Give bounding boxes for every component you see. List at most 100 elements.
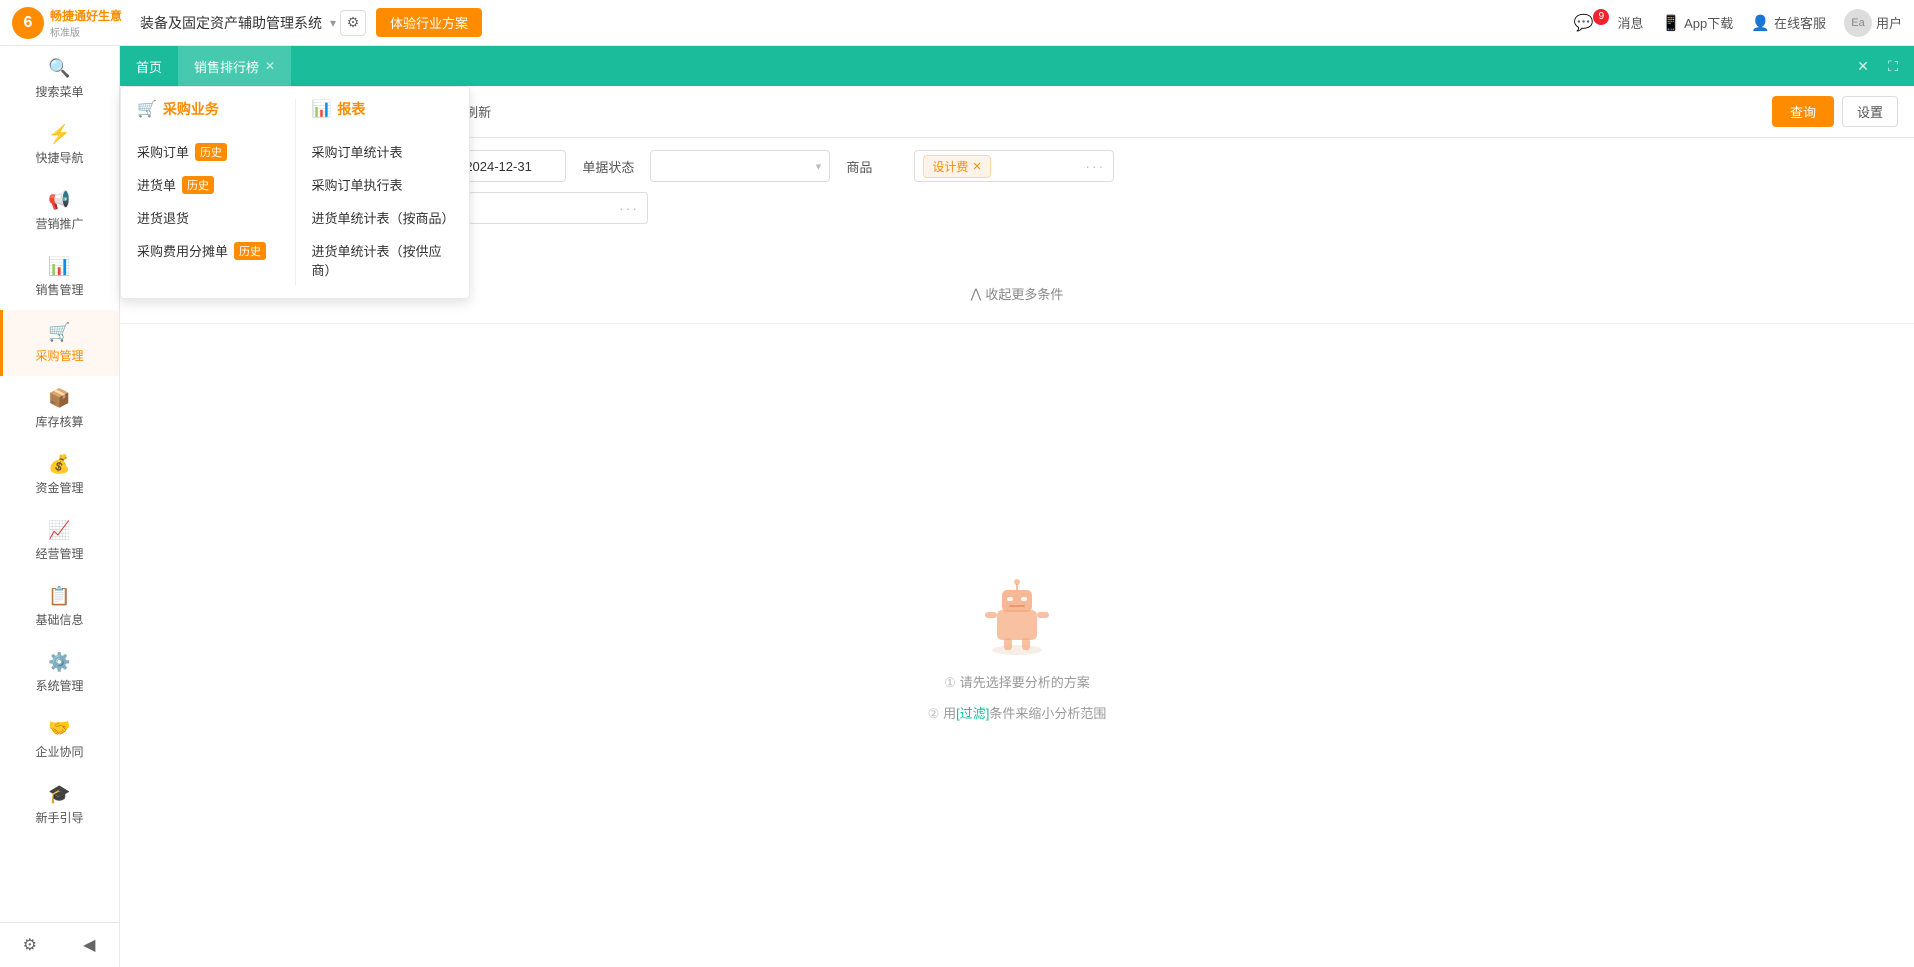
query-button[interactable]: 查询 — [1772, 96, 1834, 127]
sidebar-item-label: 快捷导航 — [35, 149, 83, 166]
system-icon: ⚙️ — [48, 652, 70, 673]
tab-window-close[interactable]: ✕ — [1850, 53, 1876, 79]
salesman-more-icon[interactable]: ··· — [619, 200, 639, 216]
settings-button[interactable]: 设置 — [1842, 96, 1898, 127]
sidebar-item-label: 经营管理 — [35, 545, 83, 562]
message-badge: 9 — [1593, 9, 1609, 25]
dropdown-item-order-exec[interactable]: 采购订单执行表 — [312, 168, 454, 201]
sidebar-item-inventory[interactable]: 📦 库存核算 — [0, 376, 119, 442]
sidebar-item-operations[interactable]: 📈 经营管理 — [0, 508, 119, 574]
sidebar: 🔍 搜索菜单 ⚡ 快捷导航 📢 营销推广 📊 销售管理 🛒 采购管理 📦 库存核… — [0, 46, 120, 967]
message-icon: 💬 — [1574, 13, 1594, 33]
dropdown-col-purchase-title: 🛒 采购业务 — [137, 99, 279, 125]
inventory-icon: 📦 — [48, 388, 70, 409]
empty-hint-1: ① 请先选择要分析的方案 — [944, 672, 1090, 691]
industry-button[interactable]: 体验行业方案 — [376, 8, 482, 37]
salesman-input[interactable]: ··· — [468, 192, 648, 224]
avatar: Ea — [1844, 9, 1872, 37]
history-badge-1: 历史 — [182, 176, 214, 194]
empty-illustration — [967, 570, 1067, 660]
purchase-icon: 🛒 — [48, 322, 70, 343]
sidebar-item-search[interactable]: 🔍 搜索菜单 — [0, 46, 119, 112]
sidebar-item-guide[interactable]: 🎓 新手引导 — [0, 772, 119, 838]
top-header: 6 畅捷通好生意 标准版 装备及固定资产辅助管理系统 ▾ ⚙ 体验行业方案 💬 … — [0, 0, 1914, 46]
basics-icon: 📋 — [48, 586, 70, 607]
collapse-up-icon: ⋀ — [971, 286, 982, 302]
sidebar-item-label: 企业协同 — [35, 743, 83, 760]
tab-home[interactable]: 首页 — [120, 46, 178, 86]
tab-close-button[interactable]: ✕ — [265, 59, 275, 73]
system-title-chevron[interactable]: ▾ — [330, 16, 336, 30]
app-download-button[interactable]: 📱 App下载 — [1661, 13, 1733, 32]
goods-tag: 设计费 ✕ — [923, 155, 990, 178]
sidebar-item-label: 基础信息 — [35, 611, 83, 628]
sidebar-item-system[interactable]: ⚙️ 系统管理 — [0, 640, 119, 706]
finance-icon: 💰 — [48, 454, 70, 475]
settings-gear-button[interactable]: ⚙ — [340, 10, 366, 36]
sidebar-item-label: 采购管理 — [35, 347, 83, 364]
goods-more-icon[interactable]: ··· — [1085, 158, 1105, 174]
goods-label: 商品 — [846, 157, 906, 176]
guide-icon: 🎓 — [48, 784, 70, 805]
status-chevron-icon: ▾ — [816, 160, 822, 173]
sidebar-item-label: 销售管理 — [35, 281, 83, 298]
goods-filter: 商品 设计费 ✕ ··· — [846, 150, 1114, 182]
sidebar-collapse-button[interactable]: ◀ — [60, 923, 120, 967]
dropdown-col-reports-title: 📊 报表 — [312, 99, 454, 125]
sidebar-settings-button[interactable]: ⚙ — [0, 923, 60, 967]
date-end-input[interactable]: 2024-12-31 — [456, 150, 566, 182]
dropdown-item-purchase-expense[interactable]: 采购费用分摊单 历史 — [137, 234, 279, 267]
dropdown-menu: 🛒 采购业务 采购订单 历史 进货单 历史 进货退货 采购费用分摊单 历史 📊 — [120, 86, 470, 299]
collab-icon: 🤝 — [48, 718, 70, 739]
sidebar-item-label: 资金管理 — [35, 479, 83, 496]
sidebar-item-marketing[interactable]: 📢 营销推广 — [0, 178, 119, 244]
dropdown-item-purchase-order[interactable]: 采购订单 历史 — [137, 135, 279, 168]
status-label: 单据状态 — [582, 157, 642, 176]
dropdown-col-purchase: 🛒 采购业务 采购订单 历史 进货单 历史 进货退货 采购费用分摊单 历史 — [121, 99, 295, 286]
dropdown-item-stock-stats-goods[interactable]: 进货单统计表（按商品） — [312, 201, 454, 234]
marketing-icon: 📢 — [48, 190, 70, 211]
dropdown-item-stock-return[interactable]: 进货退货 — [137, 201, 279, 234]
sidebar-item-basics[interactable]: 📋 基础信息 — [0, 574, 119, 640]
sidebar-item-label: 新手引导 — [35, 809, 83, 826]
toolbar-right: 查询 设置 — [1772, 96, 1898, 127]
sidebar-bottom: ⚙ ◀ — [0, 922, 119, 967]
user-profile-button[interactable]: Ea 用户 — [1844, 9, 1902, 37]
sidebar-item-purchase[interactable]: 🛒 采购管理 — [0, 310, 119, 376]
dropdown-col-reports: 📊 报表 采购订单统计表 采购订单执行表 进货单统计表（按商品） 进货单统计表（… — [295, 99, 470, 286]
system-title-text: 装备及固定资产辅助管理系统 — [140, 13, 322, 33]
status-selector[interactable]: ▾ — [650, 150, 830, 182]
history-badge-0: 历史 — [195, 143, 227, 161]
sidebar-item-label: 营销推广 — [35, 215, 83, 232]
logo-area: 6 畅捷通好生意 标准版 — [12, 7, 132, 39]
history-badge-3: 历史 — [234, 242, 266, 260]
dropdown-item-stock-in[interactable]: 进货单 历史 — [137, 168, 279, 201]
service-icon: 👤 — [1751, 14, 1770, 32]
tab-sales-ranking[interactable]: 销售排行榜 ✕ — [178, 46, 291, 86]
sales-icon: 📊 — [48, 256, 70, 277]
header-right: 💬 9 消息 📱 App下载 👤 在线客服 Ea 用户 — [1574, 9, 1902, 37]
logo-icon: 6 — [12, 7, 44, 39]
sidebar-item-finance[interactable]: 💰 资金管理 — [0, 442, 119, 508]
sidebar-item-label: 库存核算 — [35, 413, 83, 430]
tab-window-maximize[interactable]: ⛶ — [1880, 53, 1906, 79]
goods-tag-close[interactable]: ✕ — [972, 160, 981, 173]
empty-state: ① 请先选择要分析的方案 ② 用[过滤]条件来缩小分析范围 — [120, 324, 1914, 967]
sidebar-item-quicknav[interactable]: ⚡ 快捷导航 — [0, 112, 119, 178]
sidebar-item-collab[interactable]: 🤝 企业协同 — [0, 706, 119, 772]
goods-input[interactable]: 设计费 ✕ ··· — [914, 150, 1114, 182]
mobile-icon: 📱 — [1661, 14, 1680, 32]
sidebar-item-sales[interactable]: 📊 销售管理 — [0, 244, 119, 310]
sidebar-item-label: 搜索菜单 — [35, 83, 83, 100]
search-icon: 🔍 — [48, 58, 70, 79]
tabs-right-controls: ✕ ⛶ — [1850, 53, 1914, 79]
empty-hint-2: ② 用[过滤]条件来缩小分析范围 — [928, 703, 1107, 722]
dropdown-item-order-stats[interactable]: 采购订单统计表 — [312, 135, 454, 168]
messages-button[interactable]: 💬 9 消息 — [1574, 13, 1644, 33]
online-service-button[interactable]: 👤 在线客服 — [1751, 13, 1826, 32]
dropdown-columns: 🛒 采购业务 采购订单 历史 进货单 历史 进货退货 采购费用分摊单 历史 📊 — [121, 99, 469, 286]
collapse-icon: ◀ — [83, 935, 95, 955]
operations-icon: 📈 — [48, 520, 70, 541]
dropdown-item-stock-stats-supplier[interactable]: 进货单统计表（按供应商） — [312, 234, 454, 286]
settings-bottom-icon: ⚙ — [23, 935, 37, 955]
